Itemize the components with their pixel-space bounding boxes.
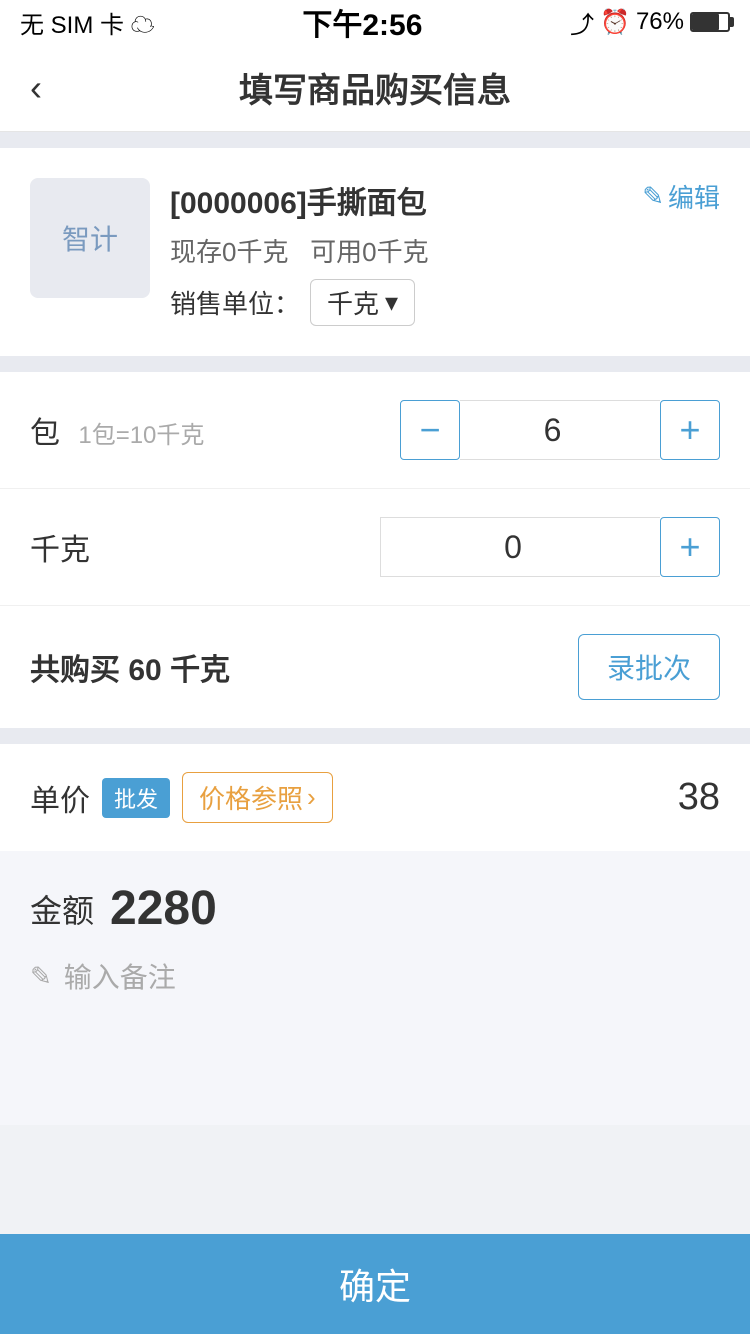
product-stock: 现存0千克 可用0千克 — [170, 232, 720, 269]
amount-label: 金额 — [30, 886, 94, 932]
product-card: 智计 [0000006]手撕面包 ✎ 编辑 现存0千克 可用0千克 销售单位： … — [0, 148, 750, 356]
chevron-down-icon: ▾ — [385, 287, 398, 318]
package-minus-button[interactable]: − — [400, 400, 460, 460]
amount-row: 金额 2280 — [30, 881, 720, 936]
kg-plus-button[interactable]: + — [660, 517, 720, 577]
package-hint: 1包=10千克 — [78, 422, 204, 449]
status-time: 下午2:56 — [302, 0, 422, 44]
status-left: 无 SIM 卡 ☁ — [20, 5, 155, 40]
price-label: 单价 批发 价格参照 › — [30, 772, 333, 823]
total-text: 共购买 60 千克 — [30, 645, 230, 689]
price-tag: 批发 — [102, 778, 170, 818]
package-plus-button[interactable]: + — [660, 400, 720, 460]
product-unit: 销售单位： 千克 ▾ — [170, 279, 720, 326]
edit-icon: ✎ — [642, 181, 664, 212]
pencil-icon: ✎ — [30, 961, 52, 992]
product-image: 智计 — [30, 178, 150, 298]
package-qty-input[interactable] — [460, 400, 660, 460]
amount-section: 金额 2280 ✎ 输入备注 — [0, 851, 750, 1125]
kg-label: 千克 — [30, 525, 380, 569]
package-label: 包 1包=10千克 — [30, 408, 400, 452]
price-value: 38 — [678, 776, 720, 819]
package-row: 包 1包=10千克 − + — [0, 372, 750, 489]
price-ref-button[interactable]: 价格参照 › — [182, 772, 333, 823]
remark-label: 输入备注 — [64, 956, 176, 996]
mid-divider-1 — [0, 356, 750, 372]
total-row: 共购买 60 千克 录批次 — [0, 606, 750, 728]
page-title: 填写商品购买信息 — [239, 63, 511, 112]
battery-icon — [690, 12, 730, 32]
input-section: 包 1包=10千克 − + 千克 + — [0, 372, 750, 606]
batch-button[interactable]: 录批次 — [578, 634, 720, 700]
chevron-right-icon: › — [307, 782, 316, 813]
kg-row: 千克 + — [0, 489, 750, 606]
status-bar: 无 SIM 卡 ☁ 下午2:56 ⤴ ⏰ 76% — [0, 0, 750, 44]
nav-bar: ‹ 填写商品购买信息 — [0, 44, 750, 132]
alarm-icon: ⏰ — [600, 8, 630, 37]
sim-status: 无 SIM 卡 ☁ — [20, 5, 155, 40]
kg-qty-input[interactable] — [380, 517, 660, 577]
product-info: [0000006]手撕面包 ✎ 编辑 现存0千克 可用0千克 销售单位： 千克 … — [170, 178, 720, 326]
price-section: 单价 批发 价格参照 › 38 — [0, 744, 750, 851]
edit-button[interactable]: ✎ 编辑 — [642, 178, 720, 215]
status-right: ⤴ ⏰ 76% — [570, 5, 730, 40]
location-icon: ⤴ — [570, 5, 594, 40]
back-button[interactable]: ‹ — [20, 57, 52, 119]
product-name: [0000006]手撕面包 — [170, 178, 427, 222]
unit-selector[interactable]: 千克 ▾ — [310, 279, 415, 326]
battery-percent: 76% — [636, 8, 684, 36]
amount-value: 2280 — [110, 881, 217, 936]
remark-row[interactable]: ✎ 输入备注 — [30, 956, 720, 996]
top-divider — [0, 132, 750, 148]
confirm-button[interactable]: 确定 — [0, 1234, 750, 1334]
mid-divider-2 — [0, 728, 750, 744]
package-quantity-control: − + — [400, 400, 720, 460]
kg-quantity-control: + — [380, 517, 720, 577]
product-logo: 智计 — [62, 218, 118, 258]
